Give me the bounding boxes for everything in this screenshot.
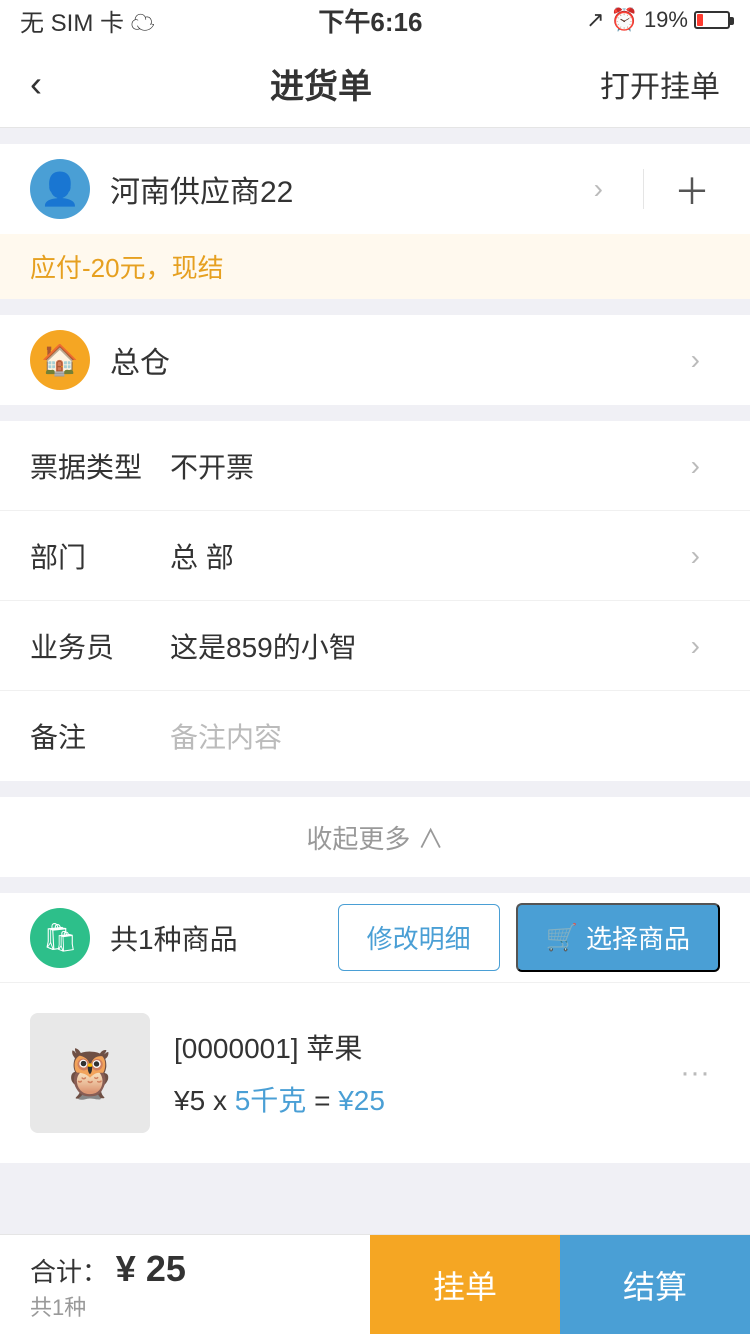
invoice-label: 票据类型 (30, 446, 160, 486)
checkout-label: 结算 (623, 1262, 687, 1308)
product-item: 🦉 [0000001] 苹果 ¥5 x 5千克 = ¥25 ··· (0, 983, 750, 1163)
status-time: 下午6:16 (318, 2, 422, 39)
back-button[interactable]: ‹ (30, 63, 42, 105)
person-icon: 👤 (40, 170, 80, 208)
product-code: [0000001] (174, 1033, 299, 1064)
select-product-label: 选择商品 (586, 919, 690, 956)
remark-input[interactable]: 备注内容 (160, 716, 720, 756)
open-pending-button[interactable]: 打开挂单 (600, 62, 720, 106)
invoice-row[interactable]: 票据类型 不开票 › (0, 421, 750, 511)
nav-bar: ‹ 进货单 打开挂单 (0, 40, 750, 128)
product-info: [0000001] 苹果 ¥5 x 5千克 = ¥25 (174, 1027, 670, 1119)
hang-label: 挂单 (433, 1262, 497, 1308)
checkout-button[interactable]: 结算 (560, 1235, 750, 1334)
unit-price: ¥5 (174, 1085, 205, 1116)
form-section: 票据类型 不开票 › 部门 总 部 › 业务员 这是859的小智 › 备注 备注… (0, 421, 750, 781)
department-label: 部门 (30, 536, 160, 576)
warehouse-section[interactable]: 🏠 总仓 › (0, 315, 750, 405)
total-section: 合计： ¥ 25 共1种 (0, 1248, 370, 1322)
department-value: 总 部 (160, 536, 691, 576)
alarm-icon: ⏰ (611, 7, 638, 33)
warehouse-icon: 🏠 (30, 330, 90, 390)
home-icon: 🏠 (41, 343, 78, 378)
page-title: 进货单 (270, 59, 372, 108)
total-amount: ¥ 25 (116, 1248, 186, 1289)
product-section: 🛍 共1种商品 修改明细 🛒 选择商品 🦉 [0000001] 苹果 ¥5 x … (0, 893, 750, 1163)
chevron-right-icon: › (594, 173, 603, 205)
supplier-row[interactable]: 👤 河南供应商22 › ＋ (0, 144, 750, 234)
chevron-right-icon: › (691, 540, 700, 572)
salesman-row[interactable]: 业务员 这是859的小智 › (0, 601, 750, 691)
bag-icon: 🛍 (42, 921, 78, 954)
cart-icon: 🛒 (546, 922, 578, 953)
collapse-row[interactable]: 收起更多 ∧ (0, 797, 750, 877)
multiply-sign: x (213, 1085, 235, 1116)
product-price-row: ¥5 x 5千克 = ¥25 (174, 1079, 670, 1119)
status-bar: 无 SIM 卡 ☁ 下午6:16 ↗ ⏰ 19% (0, 0, 750, 40)
total-price: ¥25 (338, 1085, 385, 1116)
total-count: 共1种 (30, 1290, 340, 1322)
chevron-right-icon: › (691, 630, 700, 662)
product-icon: 🛍 (30, 908, 90, 968)
chevron-right-icon: › (691, 450, 700, 482)
total-label: 合计： (30, 1257, 108, 1287)
department-row[interactable]: 部门 总 部 › (0, 511, 750, 601)
sim-label: 无 SIM 卡 ☁ (20, 3, 155, 38)
add-supplier-button[interactable]: ＋ (664, 153, 720, 225)
supplier-avatar: 👤 (30, 159, 90, 219)
product-thumbnail: 🦉 (30, 1013, 150, 1133)
quantity-value: 5千克 (235, 1085, 307, 1116)
product-count: 共1种商品 (110, 918, 338, 958)
collapse-label: 收起更多 ∧ (306, 819, 443, 856)
hang-button[interactable]: 挂单 (370, 1235, 560, 1334)
remark-label: 备注 (30, 716, 160, 756)
product-name: [0000001] 苹果 (174, 1027, 670, 1067)
vertical-divider (643, 169, 644, 209)
invoice-value: 不开票 (160, 446, 691, 486)
equals-sign: = (314, 1085, 338, 1116)
status-right: ↗ ⏰ 19% (586, 7, 730, 33)
salesman-value: 这是859的小智 (160, 626, 691, 666)
select-product-button[interactable]: 🛒 选择商品 (516, 903, 720, 972)
battery-icon (694, 11, 730, 29)
product-title: 苹果 (306, 1033, 362, 1064)
status-left: 无 SIM 卡 ☁ (20, 3, 155, 38)
total-row: 合计： ¥ 25 (30, 1248, 340, 1290)
location-icon: ↗ (586, 7, 604, 33)
more-options-button[interactable]: ··· (670, 1046, 720, 1100)
owl-icon: 🦉 (60, 1045, 120, 1102)
salesman-label: 业务员 (30, 626, 160, 666)
supplier-name: 河南供应商22 (110, 167, 594, 211)
battery-label: 19% (644, 7, 688, 33)
remark-row[interactable]: 备注 备注内容 (0, 691, 750, 781)
warehouse-name: 总仓 (110, 338, 691, 382)
edit-detail-button[interactable]: 修改明细 (338, 904, 500, 971)
product-header: 🛍 共1种商品 修改明细 🛒 选择商品 (0, 893, 750, 983)
bottom-bar: 合计： ¥ 25 共1种 挂单 结算 (0, 1234, 750, 1334)
warning-banner: 应付-20元，现结 (0, 234, 750, 299)
chevron-right-icon: › (691, 344, 700, 376)
supplier-section: 👤 河南供应商22 › ＋ 应付-20元，现结 (0, 144, 750, 299)
